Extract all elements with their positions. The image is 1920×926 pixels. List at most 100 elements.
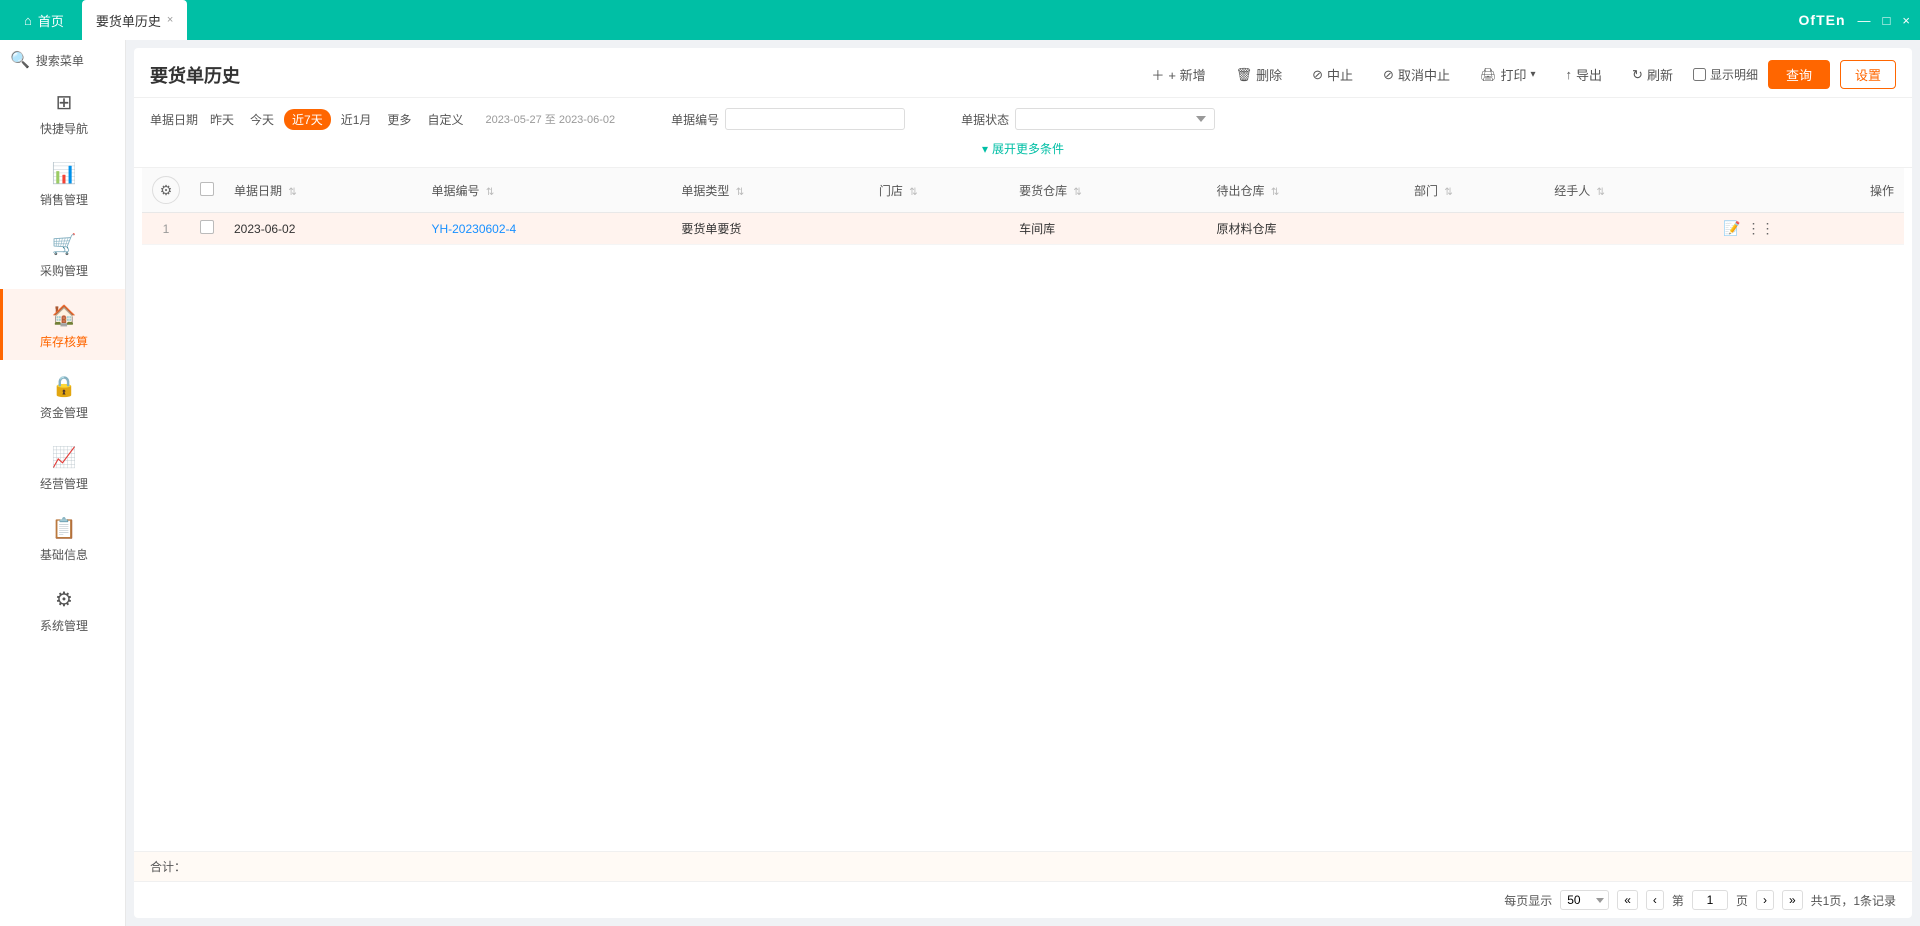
stop-label: 中止 (1327, 65, 1353, 84)
minimize-icon[interactable]: — (1858, 13, 1871, 28)
col-store-label: 门店 (879, 184, 903, 198)
sidebar-item-purchase[interactable]: 🛒 采购管理 (0, 218, 125, 289)
system-icon: ⚙ (55, 587, 73, 612)
sidebar-item-inventory[interactable]: 🏠 库存核算 (0, 289, 125, 360)
home-icon: ⌂ (24, 13, 32, 28)
select-all-checkbox[interactable] (200, 182, 214, 196)
new-icon: ＋ (1151, 65, 1164, 84)
col-settings-icon[interactable]: ⚙ (152, 176, 180, 204)
finance-icon: 🔒 (52, 374, 77, 399)
sidebar-item-system[interactable]: ⚙ 系统管理 (0, 573, 125, 644)
sidebar-item-finance[interactable]: 🔒 资金管理 (0, 360, 125, 431)
date-btn-7days[interactable]: 近7天 (284, 109, 331, 130)
row-actions: 📝 ⋮⋮ (1723, 220, 1894, 237)
col-req-warehouse-sort-icon: ⇅ (1073, 187, 1081, 198)
date-btn-today[interactable]: 今天 (244, 109, 280, 130)
last-page-btn[interactable]: » (1782, 890, 1803, 910)
col-store[interactable]: 门店 ⇅ (869, 168, 1009, 213)
doc-no-link[interactable]: YH-20230602-4 (431, 222, 516, 236)
tab-requisition-history[interactable]: 要货单历史 × (82, 0, 187, 40)
row-num: 1 (142, 213, 190, 245)
setting-button[interactable]: 设置 (1840, 60, 1896, 89)
search-menu-label: 搜索菜单 (36, 52, 84, 69)
page-label: 第 (1672, 892, 1684, 909)
query-button[interactable]: 查询 (1768, 60, 1830, 89)
next-page-btn[interactable]: › (1756, 890, 1774, 910)
col-dept[interactable]: 部门 ⇅ (1404, 168, 1544, 213)
prev-page-btn[interactable]: ‹ (1646, 890, 1664, 910)
page-size-select[interactable]: 50 100 (1560, 890, 1609, 910)
doc-number-input[interactable] (725, 108, 905, 130)
sales-label: 销售管理 (40, 191, 88, 208)
sidebar-item-sales[interactable]: 📊 销售管理 (0, 147, 125, 218)
row-doc-no[interactable]: YH-20230602-4 (421, 213, 671, 245)
active-tab-label: 要货单历史 (96, 11, 161, 30)
row-checkbox-cell[interactable] (190, 213, 224, 245)
requisition-table: ⚙ 单据日期 ⇅ 单据编号 ⇅ (142, 168, 1904, 245)
col-handler[interactable]: 经手人 ⇅ (1544, 168, 1713, 213)
sidebar-item-basic[interactable]: 📋 基础信息 (0, 502, 125, 573)
status-filter: 单据状态 (961, 108, 1215, 130)
date-btn-1month[interactable]: 近1月 (335, 109, 378, 130)
quick-nav-label: 快捷导航 (40, 120, 88, 137)
sidebar-item-quick-nav[interactable]: ⊞ 快捷导航 (0, 76, 125, 147)
row-edit-icon[interactable]: 📝 (1723, 220, 1740, 237)
first-page-btn[interactable]: « (1617, 890, 1638, 910)
export-button[interactable]: ↑ 导出 (1556, 60, 1613, 89)
delete-button[interactable]: 🗑 删除 (1226, 60, 1293, 89)
expand-icon: ▾ (982, 142, 988, 156)
top-bar: ⌂ 首页 要货单历史 × OfTEn — □ × (0, 0, 1920, 40)
col-doc-type[interactable]: 单据类型 ⇅ (671, 168, 868, 213)
sales-icon: 📊 (52, 161, 77, 186)
stop-button[interactable]: ⊘ 中止 (1302, 60, 1363, 89)
table-header-row: ⚙ 单据日期 ⇅ 单据编号 ⇅ (142, 168, 1904, 213)
row-checkbox[interactable] (200, 220, 214, 234)
status-select[interactable] (1015, 108, 1215, 130)
window-close-icon[interactable]: × (1902, 13, 1910, 28)
col-action-label: 操作 (1870, 184, 1894, 198)
print-button[interactable]: 🖨 打印 ▾ (1470, 60, 1546, 89)
export-label: 导出 (1576, 65, 1602, 84)
cancel-stop-button[interactable]: ⊘ 取消中止 (1373, 60, 1460, 89)
row-dept (1404, 213, 1544, 245)
col-handler-sort-icon: ⇅ (1597, 187, 1605, 198)
sidebar-search[interactable]: 🔍 搜索菜单 (0, 40, 125, 76)
col-req-warehouse[interactable]: 要货仓库 ⇅ (1009, 168, 1206, 213)
page-input[interactable] (1692, 890, 1728, 910)
tab-home[interactable]: ⌂ 首页 (10, 0, 78, 40)
col-pending-warehouse[interactable]: 待出仓库 ⇅ (1207, 168, 1404, 213)
col-handler-label: 经手人 (1554, 184, 1590, 198)
row-date: 2023-06-02 (224, 213, 421, 245)
col-dept-sort-icon: ⇅ (1444, 187, 1452, 198)
maximize-icon[interactable]: □ (1883, 13, 1891, 28)
date-btn-yesterday[interactable]: 昨天 (204, 109, 240, 130)
refresh-button[interactable]: ↻ 刷新 (1622, 60, 1683, 89)
top-bar-right: OfTEn — □ × (1799, 12, 1910, 28)
expand-more-btn[interactable]: ▾ 展开更多条件 (150, 136, 1896, 161)
table-row[interactable]: 1 2023-06-02 YH-20230602-4 要货单要货 车间库 原材料… (142, 213, 1904, 245)
display-detail-toggle[interactable]: 显示明细 (1693, 66, 1758, 83)
cancel-stop-label: 取消中止 (1398, 65, 1450, 84)
summary-label: 合计： (150, 858, 186, 875)
col-date[interactable]: 单据日期 ⇅ (224, 168, 421, 213)
row-more-icon[interactable]: ⋮⋮ (1746, 220, 1774, 237)
date-range-text: 2023-05-27 至 2023-06-02 (485, 111, 615, 127)
col-date-sort-icon: ⇅ (288, 187, 296, 198)
col-doc-no[interactable]: 单据编号 ⇅ (421, 168, 671, 213)
sidebar-item-operations[interactable]: 📈 经营管理 (0, 431, 125, 502)
main-layout: 🔍 搜索菜单 ⊞ 快捷导航 📊 销售管理 🛒 采购管理 🏠 库存核算 🔒 资金管… (0, 40, 1920, 926)
finance-label: 资金管理 (40, 404, 88, 421)
date-btn-more[interactable]: 更多 (381, 109, 417, 130)
basic-icon: 📋 (52, 516, 77, 541)
col-settings[interactable]: ⚙ (142, 168, 190, 213)
page-suffix: 页 (1736, 892, 1748, 909)
date-btn-custom[interactable]: 自定义 (421, 109, 469, 130)
row-action-cell: 📝 ⋮⋮ (1713, 213, 1904, 245)
col-checkbox[interactable] (190, 168, 224, 213)
print-dropdown-icon: ▾ (1530, 69, 1535, 80)
new-button[interactable]: ＋ + 新增 (1141, 60, 1215, 89)
pagination: 每页显示 50 100 « ‹ 第 页 › » 共1页，1条记录 (134, 881, 1912, 918)
stop-icon: ⊘ (1312, 67, 1323, 83)
close-tab-icon[interactable]: × (167, 14, 173, 26)
display-detail-checkbox[interactable] (1693, 68, 1706, 81)
